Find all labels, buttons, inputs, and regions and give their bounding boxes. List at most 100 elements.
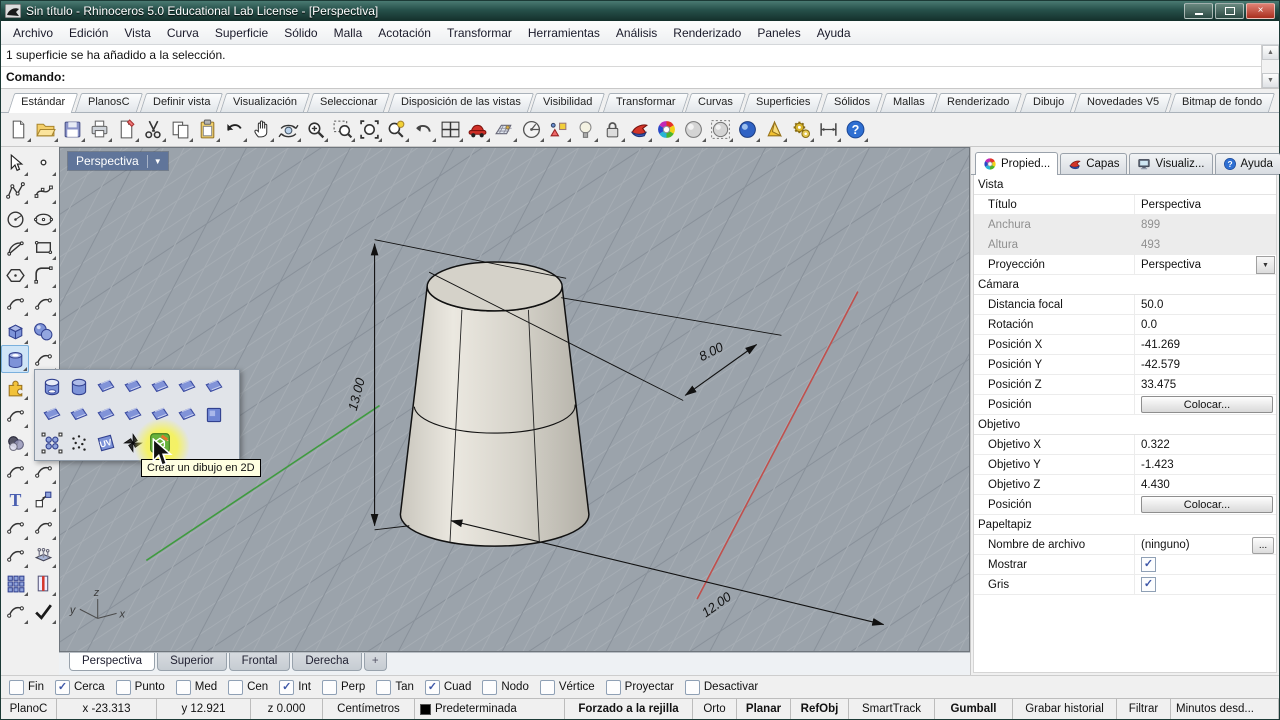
pan-icon[interactable] bbox=[248, 117, 275, 143]
cylinder-open-icon[interactable] bbox=[38, 373, 65, 401]
status-grabar-historial[interactable]: Grabar historial bbox=[1013, 699, 1117, 719]
status-z-0-000[interactable]: z 0.000 bbox=[251, 699, 323, 719]
cut-icon[interactable] bbox=[140, 117, 167, 143]
surface-analysis-icon[interactable] bbox=[1, 597, 29, 625]
toolbar-tab-visualizaci-n[interactable]: Visualización bbox=[219, 93, 311, 112]
flamingo-icon[interactable] bbox=[626, 117, 653, 143]
toolbar-tab-dibujo[interactable]: Dibujo bbox=[1019, 93, 1078, 112]
osnap-int[interactable]: ✓ Int bbox=[279, 679, 311, 695]
toolbar-tab-mallas[interactable]: Mallas bbox=[879, 93, 938, 112]
status-refobj[interactable]: RefObj bbox=[791, 699, 849, 719]
surface-deform-icon[interactable] bbox=[173, 373, 200, 401]
osnap-desactivar[interactable]: Desactivar bbox=[684, 679, 758, 695]
toolbar-tab-superficies[interactable]: Superficies bbox=[743, 93, 824, 112]
cylinder-icon[interactable] bbox=[1, 345, 29, 373]
zoom-window-icon[interactable] bbox=[329, 117, 356, 143]
surface-3pt-icon[interactable] bbox=[119, 373, 146, 401]
help-icon[interactable]: ? bbox=[842, 117, 869, 143]
toolbar-tab-visibilidad[interactable]: Visibilidad bbox=[530, 93, 606, 112]
paste-icon[interactable] bbox=[194, 117, 221, 143]
osnap-checkbox[interactable]: ✓ bbox=[424, 679, 440, 695]
status-y-12-921[interactable]: y 12.921 bbox=[157, 699, 251, 719]
toolbar-tab-s-lidos[interactable]: Sólidos bbox=[820, 93, 883, 112]
toolbar-tab-bitmap-de-fondo[interactable]: Bitmap de fondo bbox=[1169, 93, 1276, 112]
value-text[interactable]: 4.430 bbox=[1141, 479, 1170, 491]
view-tab-frontal[interactable]: Frontal bbox=[228, 653, 291, 671]
value-text[interactable]: 0.0 bbox=[1141, 319, 1157, 331]
render-sphere-icon[interactable] bbox=[680, 117, 707, 143]
menu-transformar[interactable]: Transformar bbox=[439, 23, 520, 43]
new-viewport-tab-icon[interactable]: + bbox=[363, 653, 387, 671]
maximize-button[interactable] bbox=[1215, 3, 1244, 19]
toolbar-tab-renderizado[interactable]: Renderizado bbox=[934, 93, 1023, 112]
osnap-tan[interactable]: Tan bbox=[376, 679, 414, 695]
text-icon[interactable]: T bbox=[1, 485, 29, 513]
value-text[interactable]: -1.423 bbox=[1141, 459, 1174, 471]
uv-surface-icon[interactable]: UV bbox=[92, 429, 119, 457]
toolbar-tab-transformar[interactable]: Transformar bbox=[602, 93, 689, 112]
browse-button[interactable]: ... bbox=[1252, 536, 1274, 554]
menu-paneles[interactable]: Paneles bbox=[749, 23, 808, 43]
render-blue-sphere-icon[interactable] bbox=[734, 117, 761, 143]
cube-control-points-icon[interactable] bbox=[92, 401, 119, 429]
status-cent-metros[interactable]: Centímetros bbox=[323, 699, 415, 719]
clipping-plane-icon[interactable] bbox=[29, 569, 57, 597]
menu-malla[interactable]: Malla bbox=[326, 23, 371, 43]
annotate-shapes-icon[interactable] bbox=[545, 117, 572, 143]
undo-icon[interactable] bbox=[221, 117, 248, 143]
value-text[interactable]: 899 bbox=[1141, 219, 1160, 231]
osnap-checkbox[interactable] bbox=[482, 679, 498, 695]
osnap-perp[interactable]: Perp bbox=[322, 679, 365, 695]
car-demo-icon[interactable] bbox=[464, 117, 491, 143]
menu-renderizado[interactable]: Renderizado bbox=[665, 23, 749, 43]
status-minutos-desd[interactable]: Minutos desd... bbox=[1171, 699, 1279, 719]
rectangle-icon[interactable] bbox=[29, 233, 57, 261]
value-text[interactable]: -41.269 bbox=[1141, 339, 1180, 351]
panel-tab-visualiz[interactable]: Visualiz... bbox=[1129, 153, 1213, 174]
fillet-curves-icon[interactable] bbox=[29, 261, 57, 289]
color-wheel-icon[interactable] bbox=[653, 117, 680, 143]
minimize-button[interactable] bbox=[1184, 3, 1213, 19]
scroll-down-icon[interactable]: ▼ bbox=[1262, 73, 1279, 88]
menu-edici-n[interactable]: Edición bbox=[61, 23, 116, 43]
polyline-icon[interactable] bbox=[1, 177, 29, 205]
rotate-view-icon[interactable] bbox=[275, 117, 302, 143]
surface-flag-icon[interactable] bbox=[65, 401, 92, 429]
toolbar-tab-disposici-n-de-las-vistas[interactable]: Disposición de las vistas bbox=[387, 93, 534, 112]
status-smarttrack[interactable]: SmartTrack bbox=[849, 699, 935, 719]
box-icon[interactable] bbox=[1, 317, 29, 345]
zoom-dynamic-icon[interactable] bbox=[302, 117, 329, 143]
value-text[interactable]: 0.322 bbox=[1141, 439, 1170, 451]
menu-an-lisis[interactable]: Análisis bbox=[608, 23, 665, 43]
view-tab-superior[interactable]: Superior bbox=[157, 653, 227, 671]
table-pins-icon[interactable] bbox=[29, 541, 57, 569]
toolbar-tab-novedades-v5[interactable]: Novedades V5 bbox=[1073, 93, 1173, 112]
surface-loft-icon[interactable] bbox=[29, 289, 57, 317]
osnap-fin[interactable]: Fin bbox=[9, 679, 44, 695]
print-icon[interactable] bbox=[86, 117, 113, 143]
curve-tools-icon[interactable] bbox=[1, 457, 29, 485]
solid-union-icon[interactable] bbox=[1, 541, 29, 569]
zoom-selected-icon[interactable] bbox=[383, 117, 410, 143]
arc-icon[interactable] bbox=[1, 233, 29, 261]
close-button[interactable]: × bbox=[1246, 3, 1275, 19]
view-tab-derecha[interactable]: Derecha bbox=[292, 653, 362, 671]
lightbulb-icon[interactable] bbox=[572, 117, 599, 143]
copy-transform-icon[interactable] bbox=[29, 513, 57, 541]
undo-view-icon[interactable] bbox=[410, 117, 437, 143]
status-filtrar[interactable]: Filtrar bbox=[1117, 699, 1171, 719]
osnap-proyectar[interactable]: Proyectar bbox=[605, 679, 674, 695]
status-planar[interactable]: Planar bbox=[737, 699, 791, 719]
scroll-track[interactable] bbox=[1262, 60, 1279, 73]
array-icon[interactable] bbox=[1, 569, 29, 597]
curve-handle-icon[interactable] bbox=[29, 457, 57, 485]
menu-superficie[interactable]: Superficie bbox=[207, 23, 276, 43]
menu-curva[interactable]: Curva bbox=[159, 23, 207, 43]
osnap-checkbox[interactable] bbox=[605, 679, 621, 695]
scroll-up-icon[interactable]: ▲ bbox=[1262, 45, 1279, 60]
menu-s-lido[interactable]: Sólido bbox=[276, 23, 325, 43]
polygon-icon[interactable] bbox=[1, 261, 29, 289]
osnap-punto[interactable]: Punto bbox=[115, 679, 165, 695]
mesh-tools-icon[interactable] bbox=[491, 117, 518, 143]
osnap-checkbox[interactable]: ✓ bbox=[279, 679, 295, 695]
